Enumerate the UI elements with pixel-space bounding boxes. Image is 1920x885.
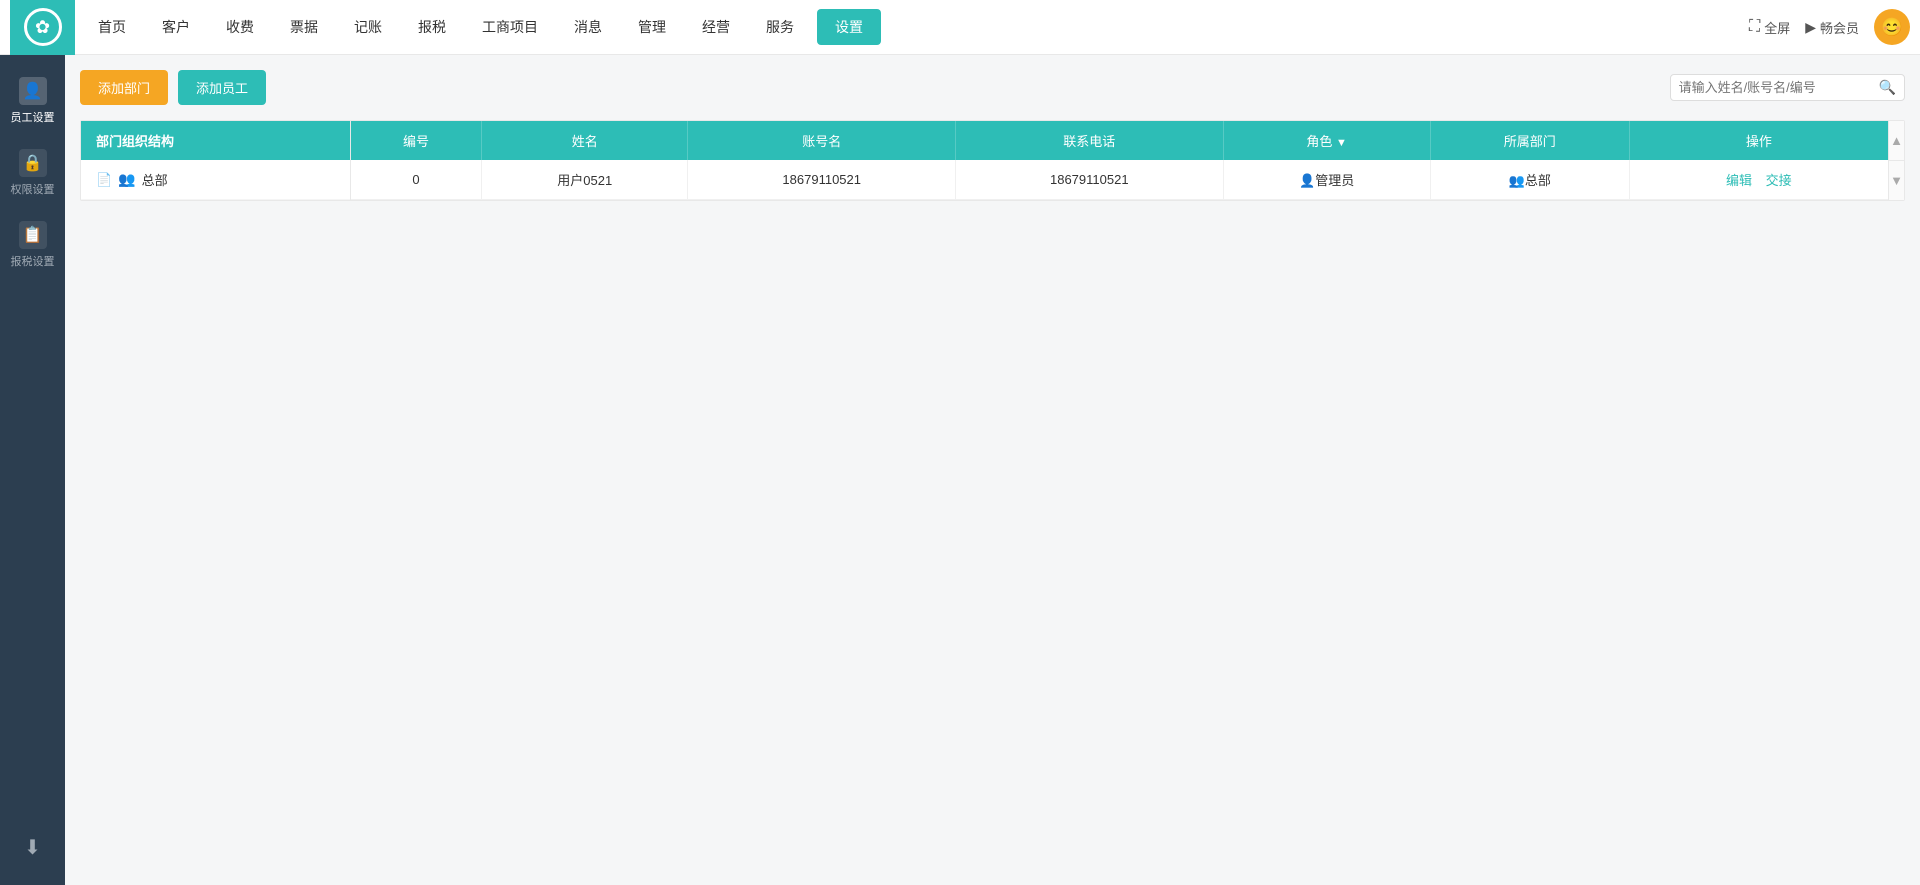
file-icon: 📄	[96, 172, 112, 188]
dept-tree-item-general[interactable]: 📄 👥 总部	[81, 160, 350, 200]
nav-home[interactable]: 首页	[80, 0, 144, 55]
sidebar-item-tax-setting[interactable]: 📋 报税设置	[0, 209, 65, 281]
download-icon: ⬇	[24, 835, 41, 860]
dept-user-icon: 👥	[118, 171, 135, 188]
dept-tree-header: 部门组织结构	[81, 121, 350, 160]
add-emp-button[interactable]: 添加员工	[178, 70, 266, 105]
play-icon: ▶	[1805, 19, 1816, 36]
scroll-down-button[interactable]: ▼	[1889, 161, 1904, 200]
cell-dept: 👥总部	[1430, 160, 1629, 200]
logo-icon	[24, 8, 62, 46]
nav-service[interactable]: 服务	[748, 0, 812, 55]
edit-link[interactable]: 编辑	[1726, 173, 1752, 188]
sidebar: 👤 员工设置 🔒 权限设置 📋 报税设置 ⬇	[0, 55, 65, 885]
sidebar-bottom: ⬇	[0, 825, 65, 885]
avatar[interactable]: 😊	[1874, 9, 1910, 45]
cell-name: 用户0521	[481, 160, 687, 200]
nav-message[interactable]: 消息	[556, 0, 620, 55]
role-icon: 👤	[1299, 173, 1315, 188]
col-id: 编号	[351, 121, 481, 160]
logo	[10, 0, 75, 55]
employee-table: 编号 姓名 账号名 联系电话 角色 ▼ 所属部门 操作 0 用户0521 18	[351, 121, 1888, 200]
fullscreen-icon: ⛶	[1749, 18, 1760, 36]
content-area: 添加部门 添加员工 🔍 部门组织结构 📄 👥 总部	[65, 55, 1920, 885]
employee-icon: 👤	[19, 77, 47, 105]
scroll-up-button[interactable]: ▲	[1889, 121, 1904, 161]
add-dept-button[interactable]: 添加部门	[80, 70, 168, 105]
fullscreen-button[interactable]: ⛶ 全屏	[1749, 18, 1790, 37]
nav-fee[interactable]: 收费	[208, 0, 272, 55]
dept-ref-icon: 👥	[1509, 173, 1525, 188]
member-label: 畅会员	[1820, 18, 1859, 37]
sidebar-employee-label: 员工设置	[11, 109, 55, 125]
nav-bookkeeping[interactable]: 记账	[336, 0, 400, 55]
nav-settings[interactable]: 设置	[817, 9, 881, 45]
col-name: 姓名	[481, 121, 687, 160]
nav-manage[interactable]: 管理	[620, 0, 684, 55]
handover-link[interactable]: 交接	[1766, 173, 1792, 188]
table-row: 0 用户0521 18679110521 18679110521 👤管理员 👥总…	[351, 160, 1888, 200]
sidebar-tax-label: 报税设置	[11, 253, 55, 269]
permission-icon: 🔒	[19, 149, 47, 177]
cell-account: 18679110521	[688, 160, 956, 200]
dept-tree: 部门组织结构 📄 👥 总部	[81, 121, 351, 200]
main-layout: 👤 员工设置 🔒 权限设置 📋 报税设置 ⬇ 添加部门 添加员工 🔍	[0, 55, 1920, 885]
member-button[interactable]: ▶ 畅会员	[1805, 18, 1859, 37]
table-scroll-controls: ▲ ▼	[1888, 121, 1904, 200]
sidebar-item-permission[interactable]: 🔒 权限设置	[0, 137, 65, 209]
col-phone: 联系电话	[956, 121, 1224, 160]
sidebar-item-employee[interactable]: 👤 员工设置	[0, 65, 65, 137]
col-account: 账号名	[688, 121, 956, 160]
table-header-row: 编号 姓名 账号名 联系电话 角色 ▼ 所属部门 操作	[351, 121, 1888, 160]
search-input[interactable]	[1679, 80, 1879, 95]
table-container: 部门组织结构 📄 👥 总部 编号 姓名 账号名 联系电话	[80, 120, 1905, 201]
nav-client[interactable]: 客户	[144, 0, 208, 55]
cell-phone: 18679110521	[956, 160, 1224, 200]
nav-invoice[interactable]: 票据	[272, 0, 336, 55]
col-action: 操作	[1629, 121, 1888, 160]
search-button[interactable]: 🔍	[1879, 79, 1896, 96]
nav-right-area: ⛶ 全屏 ▶ 畅会员 😊	[1749, 9, 1910, 45]
dept-name: 总部	[142, 170, 168, 189]
tax-setting-icon: 📋	[19, 221, 47, 249]
cell-actions: 编辑 交接	[1629, 160, 1888, 200]
fullscreen-label: 全屏	[1764, 18, 1790, 37]
cell-id: 0	[351, 160, 481, 200]
nav-commerce[interactable]: 工商项目	[464, 0, 556, 55]
nav-menu: 首页 客户 收费 票据 记账 报税 工商项目 消息 管理 经营 服务 设置	[80, 0, 1749, 55]
sidebar-download-button[interactable]: ⬇	[19, 825, 46, 870]
cell-role: 👤管理员	[1223, 160, 1430, 200]
nav-tax[interactable]: 报税	[400, 0, 464, 55]
col-dept: 所属部门	[1430, 121, 1629, 160]
search-box: 🔍	[1670, 74, 1905, 101]
toolbar: 添加部门 添加员工 🔍	[80, 70, 1905, 105]
top-navigation: 首页 客户 收费 票据 记账 报税 工商项目 消息 管理 经营 服务 设置 ⛶ …	[0, 0, 1920, 55]
sidebar-permission-label: 权限设置	[11, 181, 55, 197]
col-role[interactable]: 角色 ▼	[1223, 121, 1430, 160]
nav-operation[interactable]: 经营	[684, 0, 748, 55]
